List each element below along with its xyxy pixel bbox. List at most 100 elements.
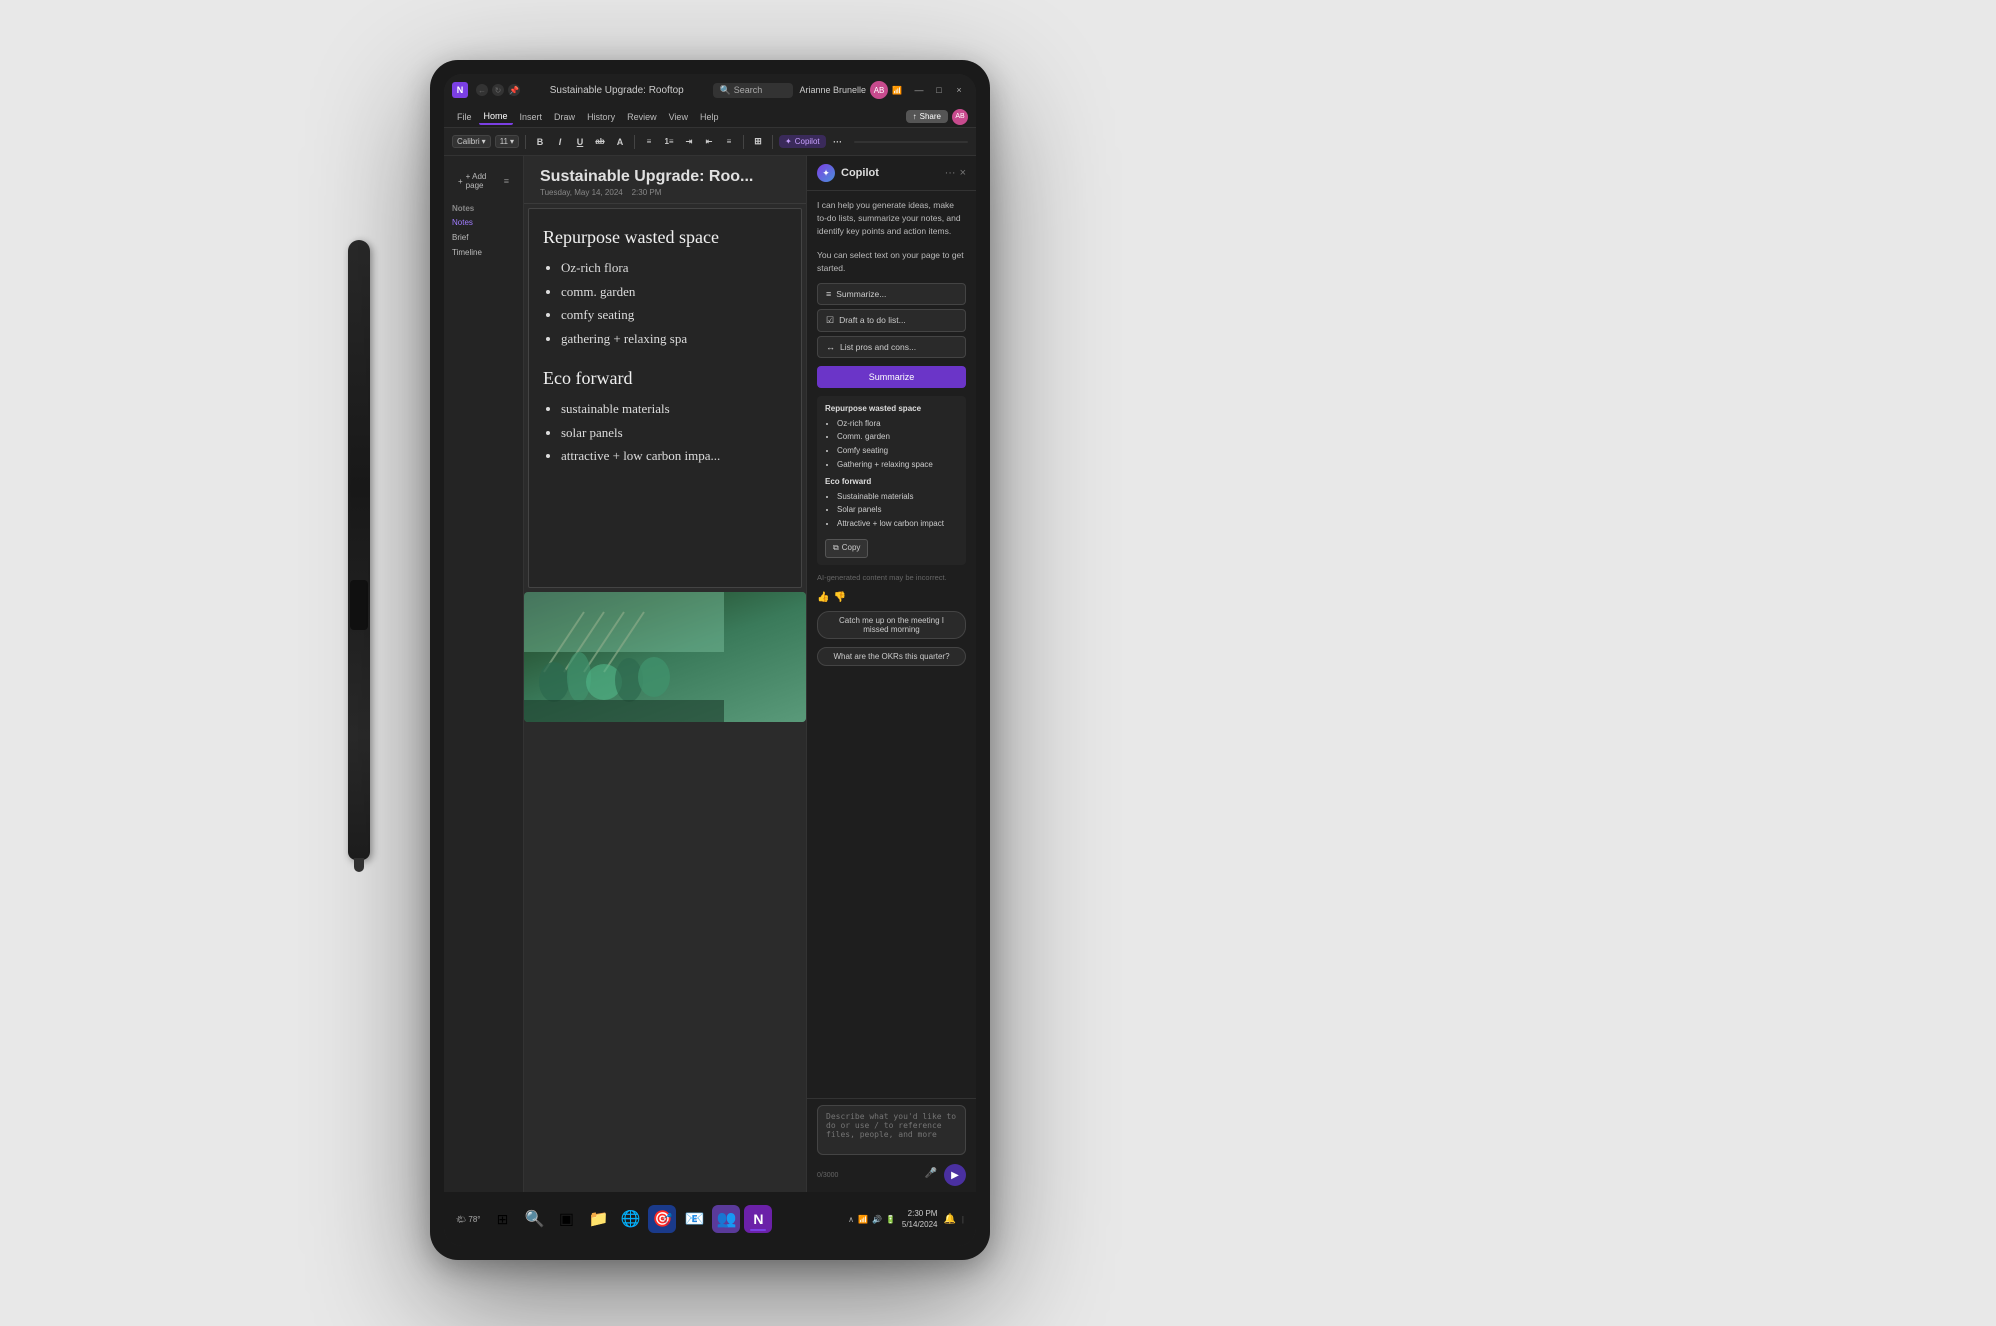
note-date: Tuesday, May 14, 2024 2:30 PM bbox=[540, 188, 790, 197]
systray-chevron[interactable]: ∧ bbox=[848, 1215, 854, 1224]
list-btn[interactable]: ≡ bbox=[641, 134, 657, 150]
table-btn[interactable]: ⊞ bbox=[750, 134, 766, 150]
taskbar-files[interactable]: 📁 bbox=[584, 1205, 612, 1233]
menu-history[interactable]: History bbox=[582, 110, 620, 124]
copilot-ribbon-label: Copilot bbox=[795, 137, 820, 146]
minimize-btn[interactable]: — bbox=[910, 81, 928, 99]
summarize-icon: ≡ bbox=[826, 289, 831, 299]
result-heading-2: Eco forward bbox=[825, 476, 958, 489]
menu-bar: File Home Insert Draw History Review Vie… bbox=[444, 106, 976, 128]
ribbon-divider-2 bbox=[634, 135, 635, 149]
sidebar-page-notes[interactable]: Notes bbox=[444, 215, 523, 230]
tablet: N ← ↻ 📌 Sustainable Upgrade: Rooftop 🔍 S… bbox=[430, 60, 990, 1260]
suggestion-2[interactable]: What are the OKRs this quarter? bbox=[817, 647, 966, 666]
pros-cons-icon: ↔ bbox=[826, 342, 835, 352]
maximize-btn[interactable]: □ bbox=[930, 81, 948, 99]
copilot-input-area: 0/3000 🎤 ▶ bbox=[807, 1098, 976, 1192]
taskbar-time-display: 2:30 PM bbox=[902, 1208, 938, 1219]
copy-button[interactable]: ⧉ Copy bbox=[825, 539, 868, 558]
add-page-label: + Add page bbox=[466, 172, 496, 190]
title-bar-left: N ← ↻ 📌 bbox=[452, 82, 520, 98]
menu-help[interactable]: Help bbox=[695, 110, 724, 124]
taskbar-search[interactable]: 🔍 bbox=[520, 1205, 548, 1233]
underline-btn[interactable]: U bbox=[572, 134, 588, 150]
result-item-2-3: Attractive + low carbon impact bbox=[837, 518, 958, 531]
menu-file[interactable]: File bbox=[452, 110, 477, 124]
summarize-execute-btn[interactable]: Summarize bbox=[817, 366, 966, 388]
share-button[interactable]: ↑ Share bbox=[906, 110, 948, 123]
close-btn[interactable]: × bbox=[950, 81, 968, 99]
font-selector[interactable]: Calibri ▾ bbox=[452, 135, 491, 148]
ribbon-divider-1 bbox=[525, 135, 526, 149]
send-btn[interactable]: ▶ bbox=[944, 1164, 966, 1186]
search-box[interactable]: 🔍 Search bbox=[713, 83, 793, 98]
title-bar: N ← ↻ 📌 Sustainable Upgrade: Rooftop 🔍 S… bbox=[444, 74, 976, 106]
bullet-1-1: Oz-rich flora bbox=[561, 258, 787, 279]
sidebar-page-brief[interactable]: Brief bbox=[444, 230, 523, 245]
font-color-btn[interactable]: A bbox=[612, 134, 628, 150]
bullet-2-1: sustainable materials bbox=[561, 399, 787, 420]
taskbar-windows[interactable]: ⊞ bbox=[488, 1205, 516, 1233]
menu-draw[interactable]: Draw bbox=[549, 110, 580, 124]
window-controls: — □ × bbox=[910, 81, 968, 99]
systray-volume[interactable]: 🔊 bbox=[872, 1215, 882, 1224]
copilot-controls: ··· × bbox=[945, 167, 966, 179]
result-item-1-3: Comfy seating bbox=[837, 445, 958, 458]
taskbar-teams[interactable]: 👥 bbox=[712, 1205, 740, 1233]
section-2-heading: Eco forward bbox=[543, 364, 787, 393]
stylus bbox=[348, 240, 370, 860]
numbered-list-btn[interactable]: 1≡ bbox=[661, 134, 677, 150]
document-title: Sustainable Upgrade: Rooftop bbox=[528, 85, 705, 96]
taskbar-outlook[interactable]: 📧 bbox=[680, 1205, 708, 1233]
summarize-label: Summarize... bbox=[836, 289, 886, 299]
page-canvas: Repurpose wasted space Oz-rich flora com… bbox=[528, 208, 802, 588]
taskbar-task-view[interactable]: ▣ bbox=[552, 1205, 580, 1233]
bullet-1-4: gathering + relaxing spa bbox=[561, 329, 787, 350]
copilot-more-btn[interactable]: ··· bbox=[945, 167, 956, 179]
strikethrough-btn[interactable]: ab bbox=[592, 134, 608, 150]
font-size-selector[interactable]: 11 ▾ bbox=[495, 135, 519, 148]
summarize-action-btn[interactable]: ≡ Summarize... bbox=[817, 283, 966, 305]
indent-btn[interactable]: ⇥ bbox=[681, 134, 697, 150]
copilot-input[interactable] bbox=[817, 1105, 966, 1155]
menu-review[interactable]: Review bbox=[622, 110, 662, 124]
thumbs-up-icon[interactable]: 👍 bbox=[817, 592, 829, 603]
menu-home[interactable]: Home bbox=[479, 109, 513, 125]
systray: ∧ 📶 🔊 🔋 bbox=[848, 1215, 896, 1224]
sidebar-page-timeline[interactable]: Timeline bbox=[444, 245, 523, 260]
mic-btn[interactable]: 🎤 bbox=[922, 1164, 940, 1182]
copilot-ribbon-btn[interactable]: ✦ Copilot bbox=[779, 135, 826, 148]
add-page-btn[interactable]: + + Add page bbox=[450, 168, 504, 194]
pin-btn[interactable]: 📌 bbox=[508, 84, 520, 96]
user-info: Arianne Brunelle AB 📶 bbox=[799, 81, 902, 99]
taskbar-onenote[interactable]: N bbox=[744, 1205, 772, 1233]
stylus-button bbox=[350, 580, 368, 630]
show-desktop-icon[interactable]: | bbox=[962, 1215, 964, 1224]
copilot-select-hint: You can select text on your page to get … bbox=[817, 249, 966, 275]
note-area: Sustainable Upgrade: Roo... Tuesday, May… bbox=[524, 156, 806, 1192]
copilot-close-btn[interactable]: × bbox=[960, 167, 966, 179]
notification-icon[interactable]: 🔔 bbox=[943, 1214, 955, 1225]
back-btn[interactable]: ← bbox=[476, 84, 488, 96]
align-btn[interactable]: ≡ bbox=[721, 134, 737, 150]
taskbar-app1[interactable]: 🎯 bbox=[648, 1205, 676, 1233]
bullet-2-2: solar panels bbox=[561, 423, 787, 444]
taskbar-browser[interactable]: 🌐 bbox=[616, 1205, 644, 1233]
thumbs-down-icon[interactable]: 👎 bbox=[833, 592, 845, 603]
sidebar-nav-icon: ≡ bbox=[504, 174, 517, 188]
copilot-input-toolbar: 0/3000 🎤 ▶ bbox=[817, 1164, 966, 1186]
outdent-btn[interactable]: ⇤ bbox=[701, 134, 717, 150]
suggestion-1[interactable]: Catch me up on the meeting I missed morn… bbox=[817, 611, 966, 639]
copilot-intro-text: I can help you generate ideas, make to-d… bbox=[817, 199, 966, 237]
draft-todo-btn[interactable]: ☑ Draft a to do list... bbox=[817, 309, 966, 332]
copilot-panel: ✦ Copilot ··· × I can help you generate … bbox=[806, 156, 976, 1192]
greenhouse-photo bbox=[524, 592, 806, 722]
menu-view[interactable]: View bbox=[664, 110, 693, 124]
menu-insert[interactable]: Insert bbox=[515, 110, 548, 124]
italic-btn[interactable]: I bbox=[552, 134, 568, 150]
pros-cons-btn[interactable]: ↔ List pros and cons... bbox=[817, 336, 966, 358]
wifi-icon: 📶 bbox=[892, 86, 902, 95]
more-options-btn[interactable]: ··· bbox=[830, 134, 846, 150]
forward-btn[interactable]: ↻ bbox=[492, 84, 504, 96]
bold-btn[interactable]: B bbox=[532, 134, 548, 150]
